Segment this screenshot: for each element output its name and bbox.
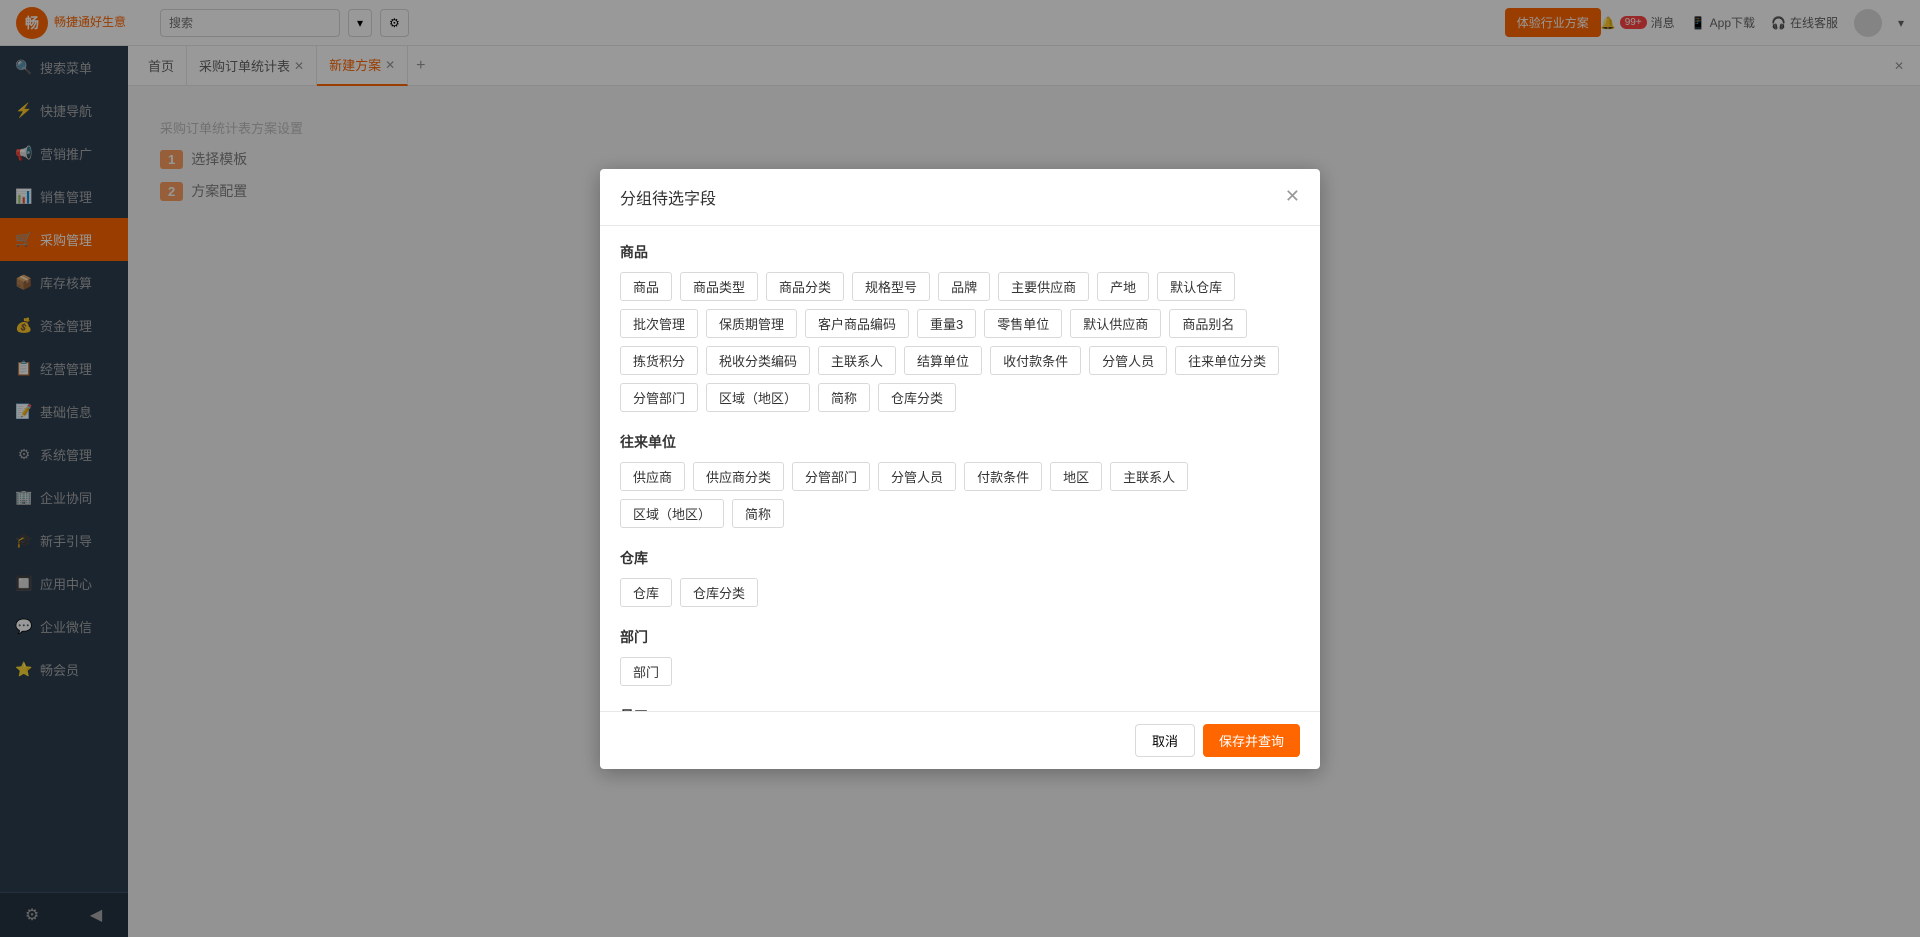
field-tag[interactable]: 批次管理 xyxy=(620,309,698,338)
field-tag[interactable]: 仓库 xyxy=(620,578,672,607)
field-tag[interactable]: 重量3 xyxy=(917,309,976,338)
field-tag[interactable]: 结算单位 xyxy=(904,346,982,375)
field-tags-product: 商品商品类型商品分类规格型号品牌主要供应商产地默认仓库批次管理保质期管理客户商品… xyxy=(620,272,1300,412)
field-tag[interactable]: 区域（地区） xyxy=(706,383,810,412)
field-tag[interactable]: 主要供应商 xyxy=(998,272,1089,301)
field-section-warehouse: 仓库仓库仓库分类 xyxy=(620,548,1300,607)
field-tag[interactable]: 商品 xyxy=(620,272,672,301)
cancel-button[interactable]: 取消 xyxy=(1135,724,1195,757)
field-tag[interactable]: 商品别名 xyxy=(1169,309,1247,338)
field-section-title-product: 商品 xyxy=(620,242,1300,262)
field-tag[interactable]: 往来单位分类 xyxy=(1175,346,1279,375)
field-tags-partner: 供应商供应商分类分管部门分管人员付款条件地区主联系人区域（地区） 简称 xyxy=(620,462,1300,528)
save-query-button[interactable]: 保存并查询 xyxy=(1203,724,1300,757)
field-tag[interactable]: 拣货积分 xyxy=(620,346,698,375)
field-tag[interactable]: 默认供应商 xyxy=(1070,309,1161,338)
field-tag[interactable]: 主联系人 xyxy=(1110,462,1188,491)
field-tag[interactable]: 供应商 xyxy=(620,462,685,491)
field-section-title-warehouse: 仓库 xyxy=(620,548,1300,568)
field-tag[interactable]: 品牌 xyxy=(938,272,990,301)
field-tag[interactable]: 简称 xyxy=(732,499,784,528)
field-tag[interactable]: 分管人员 xyxy=(1089,346,1167,375)
modal-header: 分组待选字段 ✕ xyxy=(600,169,1320,226)
close-icon[interactable]: ✕ xyxy=(1285,186,1300,207)
field-tag[interactable]: 产地 xyxy=(1097,272,1149,301)
field-tag[interactable]: 商品类型 xyxy=(680,272,758,301)
modal-overlay: 分组待选字段 ✕ 商品商品商品类型商品分类规格型号品牌主要供应商产地默认仓库批次… xyxy=(0,0,1920,937)
field-tag[interactable]: 零售单位 xyxy=(984,309,1062,338)
field-tag[interactable]: 地区 xyxy=(1050,462,1102,491)
field-section-partner: 往来单位供应商供应商分类分管部门分管人员付款条件地区主联系人区域（地区） 简称 xyxy=(620,432,1300,528)
field-tag[interactable]: 主联系人 xyxy=(818,346,896,375)
modal-body: 商品商品商品类型商品分类规格型号品牌主要供应商产地默认仓库批次管理保质期管理客户… xyxy=(600,226,1320,711)
field-tag[interactable]: 简称 xyxy=(818,383,870,412)
field-tag[interactable]: 保质期管理 xyxy=(706,309,797,338)
field-tag[interactable]: 收付款条件 xyxy=(990,346,1081,375)
field-tag[interactable]: 客户商品编码 xyxy=(805,309,909,338)
field-tag[interactable]: 税收分类编码 xyxy=(706,346,810,375)
field-tag[interactable]: 分管部门 xyxy=(620,383,698,412)
field-tag[interactable]: 仓库分类 xyxy=(680,578,758,607)
field-section-department: 部门部门 xyxy=(620,627,1300,686)
field-tag[interactable]: 供应商分类 xyxy=(693,462,784,491)
field-select-modal: 分组待选字段 ✕ 商品商品商品类型商品分类规格型号品牌主要供应商产地默认仓库批次… xyxy=(600,169,1320,769)
field-section-title-partner: 往来单位 xyxy=(620,432,1300,452)
field-tags-department: 部门 xyxy=(620,657,1300,686)
modal-title: 分组待选字段 xyxy=(620,185,716,209)
field-tag[interactable]: 商品分类 xyxy=(766,272,844,301)
field-tag[interactable]: 默认仓库 xyxy=(1157,272,1235,301)
field-tag[interactable]: 分管部门 xyxy=(792,462,870,491)
field-tag[interactable]: 区域（地区） xyxy=(620,499,724,528)
field-section-product: 商品商品商品类型商品分类规格型号品牌主要供应商产地默认仓库批次管理保质期管理客户… xyxy=(620,242,1300,412)
field-tag[interactable]: 部门 xyxy=(620,657,672,686)
modal-footer: 取消 保存并查询 xyxy=(600,711,1320,769)
field-tag[interactable]: 付款条件 xyxy=(964,462,1042,491)
field-tag[interactable]: 分管人员 xyxy=(878,462,956,491)
field-tag[interactable]: 仓库分类 xyxy=(878,383,956,412)
field-tags-warehouse: 仓库仓库分类 xyxy=(620,578,1300,607)
field-tag[interactable]: 规格型号 xyxy=(852,272,930,301)
field-section-title-department: 部门 xyxy=(620,627,1300,647)
